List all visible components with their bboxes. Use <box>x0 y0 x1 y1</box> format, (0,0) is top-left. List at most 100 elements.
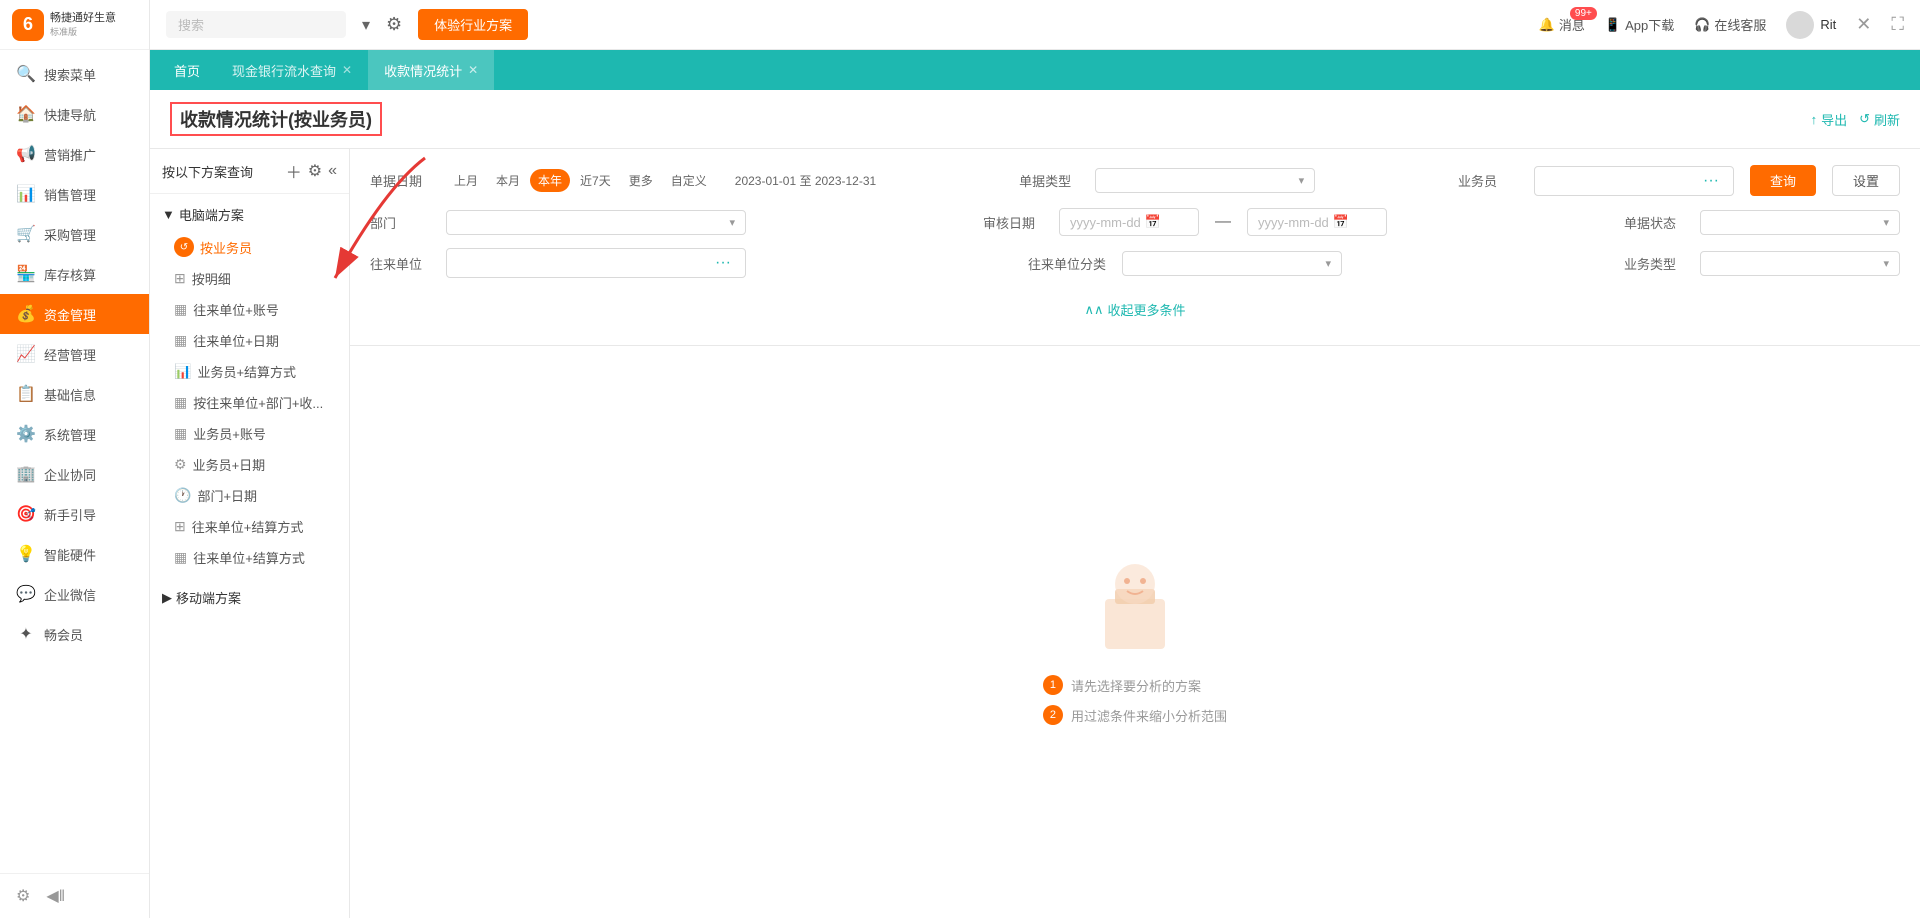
export-btn[interactable]: ↑ 导出 <box>1811 110 1848 129</box>
sidebar-item-enterprise[interactable]: 🏢 企业协同 <box>0 454 149 494</box>
sidebar-item-search-menu[interactable]: 🔍 搜索菜单 <box>0 54 149 94</box>
partner-category-chevron: ▾ <box>1325 257 1331 270</box>
refresh-btn[interactable]: ↺ 刷新 <box>1859 110 1900 129</box>
scheme-partner-dept[interactable]: ▦ 按往来单位+部门+收... <box>150 387 349 418</box>
biz-type-label: 业务类型 <box>1624 254 1684 273</box>
settings-bottom-icon[interactable]: ⚙ <box>16 886 30 906</box>
online-service-btn[interactable]: 🎧 在线客服 <box>1694 15 1766 34</box>
window-expand-icon[interactable]: ⛶ <box>1891 14 1904 35</box>
tip-num-1: 1 <box>1043 675 1063 695</box>
mobile-scheme-header[interactable]: ▶ 移动端方案 <box>150 581 349 614</box>
desktop-scheme-header[interactable]: ▼ 电脑端方案 <box>150 198 349 231</box>
topbar-settings-icon[interactable]: ⚙ <box>386 14 402 35</box>
partner-method2-icon: ▦ <box>174 549 187 566</box>
partner-select[interactable]: ··· <box>446 248 746 278</box>
sidebar-item-guide[interactable]: 🎯 新手引导 <box>0 494 149 534</box>
collapse-conditions-btn[interactable]: ∧∧ 收起更多条件 <box>370 290 1900 329</box>
scheme-partner-method2[interactable]: ▦ 往来单位+结算方式 <box>150 542 349 573</box>
collapse-sidebar-icon[interactable]: ◀‖ <box>46 886 65 906</box>
tab-collection-close[interactable]: ✕ <box>468 63 478 77</box>
guide-icon: 🎯 <box>16 504 36 524</box>
headset-icon: 🎧 <box>1694 17 1710 33</box>
logo-icon: 6 <box>12 9 44 41</box>
triangle-down-icon: ▼ <box>162 207 175 222</box>
review-date-start[interactable]: yyyy-mm-dd 📅 <box>1059 208 1199 236</box>
trial-btn[interactable]: 体验行业方案 <box>418 9 528 40</box>
empty-state: 1 请先选择要分析的方案 2 用过滤条件来缩小分析范围 <box>350 346 1920 918</box>
add-scheme-icon[interactable]: ＋ <box>286 159 302 183</box>
tab-bank-flow[interactable]: 现金银行流水查询 ✕ <box>216 50 368 90</box>
dept-select[interactable]: ▾ <box>446 210 746 235</box>
page-actions: ↑ 导出 ↺ 刷新 <box>1811 110 1900 129</box>
date-separator: — <box>1215 213 1231 231</box>
sidebar-item-quick-nav[interactable]: 🏠 快捷导航 <box>0 94 149 134</box>
review-date-label: 审核日期 <box>983 213 1043 232</box>
date-tab-this-month[interactable]: 本月 <box>488 169 528 192</box>
settings-button[interactable]: 设置 <box>1832 165 1900 196</box>
sidebar-item-operations[interactable]: 📈 经营管理 <box>0 334 149 374</box>
sidebar-item-member[interactable]: ✦ 畅会员 <box>0 614 149 654</box>
doc-type-chevron: ▾ <box>1299 174 1305 187</box>
sidebar-item-purchase[interactable]: 🛒 采购管理 <box>0 214 149 254</box>
sidebar-item-wechat[interactable]: 💬 企业微信 <box>0 574 149 614</box>
settings-scheme-icon[interactable]: ⚙ <box>308 161 322 181</box>
date-tab-more[interactable]: 更多 <box>621 169 661 192</box>
filter-row-3: 往来单位 ··· 往来单位分类 ▾ 业务类型 <box>370 248 1900 278</box>
partner-account-icon: ▦ <box>174 301 187 318</box>
desktop-scheme-section: ▼ 电脑端方案 ↺ 按业务员 ⊞ 按明细 ▦ 往来单位+账号 <box>150 194 349 577</box>
partner-category-select[interactable]: ▾ <box>1122 251 1342 276</box>
salesman-account-icon: ▦ <box>174 425 187 442</box>
window-close-icon[interactable]: ✕ <box>1856 14 1871 35</box>
scheme-salesman-date[interactable]: ⚙ 业务员+日期 <box>150 449 349 480</box>
biz-type-select[interactable]: ▾ <box>1700 251 1900 276</box>
user-area[interactable]: Rit <box>1786 11 1836 39</box>
tip-num-2: 2 <box>1043 705 1063 725</box>
partner-ellipsis[interactable]: ··· <box>715 254 731 272</box>
sidebar-item-finance[interactable]: 💰 资金管理 <box>0 294 149 334</box>
basic-info-icon: 📋 <box>16 384 36 404</box>
calendar-icon-start[interactable]: 📅 <box>1145 214 1161 230</box>
sidebar-item-marketing[interactable]: 📢 营销推广 <box>0 134 149 174</box>
tab-collection[interactable]: 收款情况统计 ✕ <box>368 50 494 90</box>
app-download-btn[interactable]: 📱 App下载 <box>1605 15 1674 34</box>
wechat-icon: 💬 <box>16 584 36 604</box>
smart-hw-icon: 💡 <box>16 544 36 564</box>
message-btn[interactable]: 🔔 消息 99+ <box>1539 15 1585 34</box>
scheme-by-detail[interactable]: ⊞ 按明细 <box>150 263 349 294</box>
date-tab-custom[interactable]: 自定义 <box>663 169 715 192</box>
left-panel: 按以下方案查询 ＋ ⚙ « ▼ 电脑端方案 ↺ 按业务员 <box>150 149 350 918</box>
scheme-partner-date[interactable]: ▦ 往来单位+日期 <box>150 325 349 356</box>
sidebar-item-inventory[interactable]: 🏪 库存核算 <box>0 254 149 294</box>
scheme-partner-account[interactable]: ▦ 往来单位+账号 <box>150 294 349 325</box>
salesman-select[interactable]: ··· <box>1534 166 1734 196</box>
doc-status-select[interactable]: ▾ <box>1700 210 1900 235</box>
date-tab-last-month[interactable]: 上月 <box>446 169 486 192</box>
collapse-panel-icon[interactable]: « <box>328 162 337 180</box>
date-tab-7days[interactable]: 近7天 <box>572 169 619 192</box>
filter-row-1: 单据日期 上月 本月 本年 近7天 更多 自定义 2023-01-01 至 20… <box>370 165 1900 196</box>
query-button[interactable]: 查询 <box>1750 165 1816 196</box>
logo-text: 畅捷通好生意 标准版 <box>50 11 116 38</box>
scheme-by-salesman[interactable]: ↺ 按业务员 <box>150 231 349 263</box>
panel-header: 按以下方案查询 ＋ ⚙ « <box>150 149 349 194</box>
scheme-dept-date[interactable]: 🕐 部门+日期 <box>150 480 349 511</box>
partner-label: 往来单位 <box>370 254 430 273</box>
sidebar-item-sales[interactable]: 📊 销售管理 <box>0 174 149 214</box>
sidebar-item-system[interactable]: ⚙️ 系统管理 <box>0 414 149 454</box>
tab-bank-flow-close[interactable]: ✕ <box>342 63 352 77</box>
sidebar-item-basic-info[interactable]: 📋 基础信息 <box>0 374 149 414</box>
scheme-salesman-account[interactable]: ▦ 业务员+账号 <box>150 418 349 449</box>
scheme-partner-method[interactable]: ⊞ 往来单位+结算方式 <box>150 511 349 542</box>
review-date-end[interactable]: yyyy-mm-dd 📅 <box>1247 208 1387 236</box>
quick-nav-icon: 🏠 <box>16 104 36 124</box>
calendar-icon-end[interactable]: 📅 <box>1333 214 1349 230</box>
salesman-ellipsis[interactable]: ··· <box>1703 172 1719 190</box>
doc-type-select[interactable]: ▾ <box>1095 168 1315 193</box>
date-tab-this-year[interactable]: 本年 <box>530 169 570 192</box>
operations-icon: 📈 <box>16 344 36 364</box>
sidebar-item-smart-hw[interactable]: 💡 智能硬件 <box>0 534 149 574</box>
tab-home[interactable]: 首页 <box>158 50 216 90</box>
dropdown-nav-icon[interactable]: ▾ <box>362 15 370 35</box>
sidebar-bottom: ⚙ ◀‖ <box>0 873 149 918</box>
scheme-salesman-method[interactable]: 📊 业务员+结算方式 <box>150 356 349 387</box>
